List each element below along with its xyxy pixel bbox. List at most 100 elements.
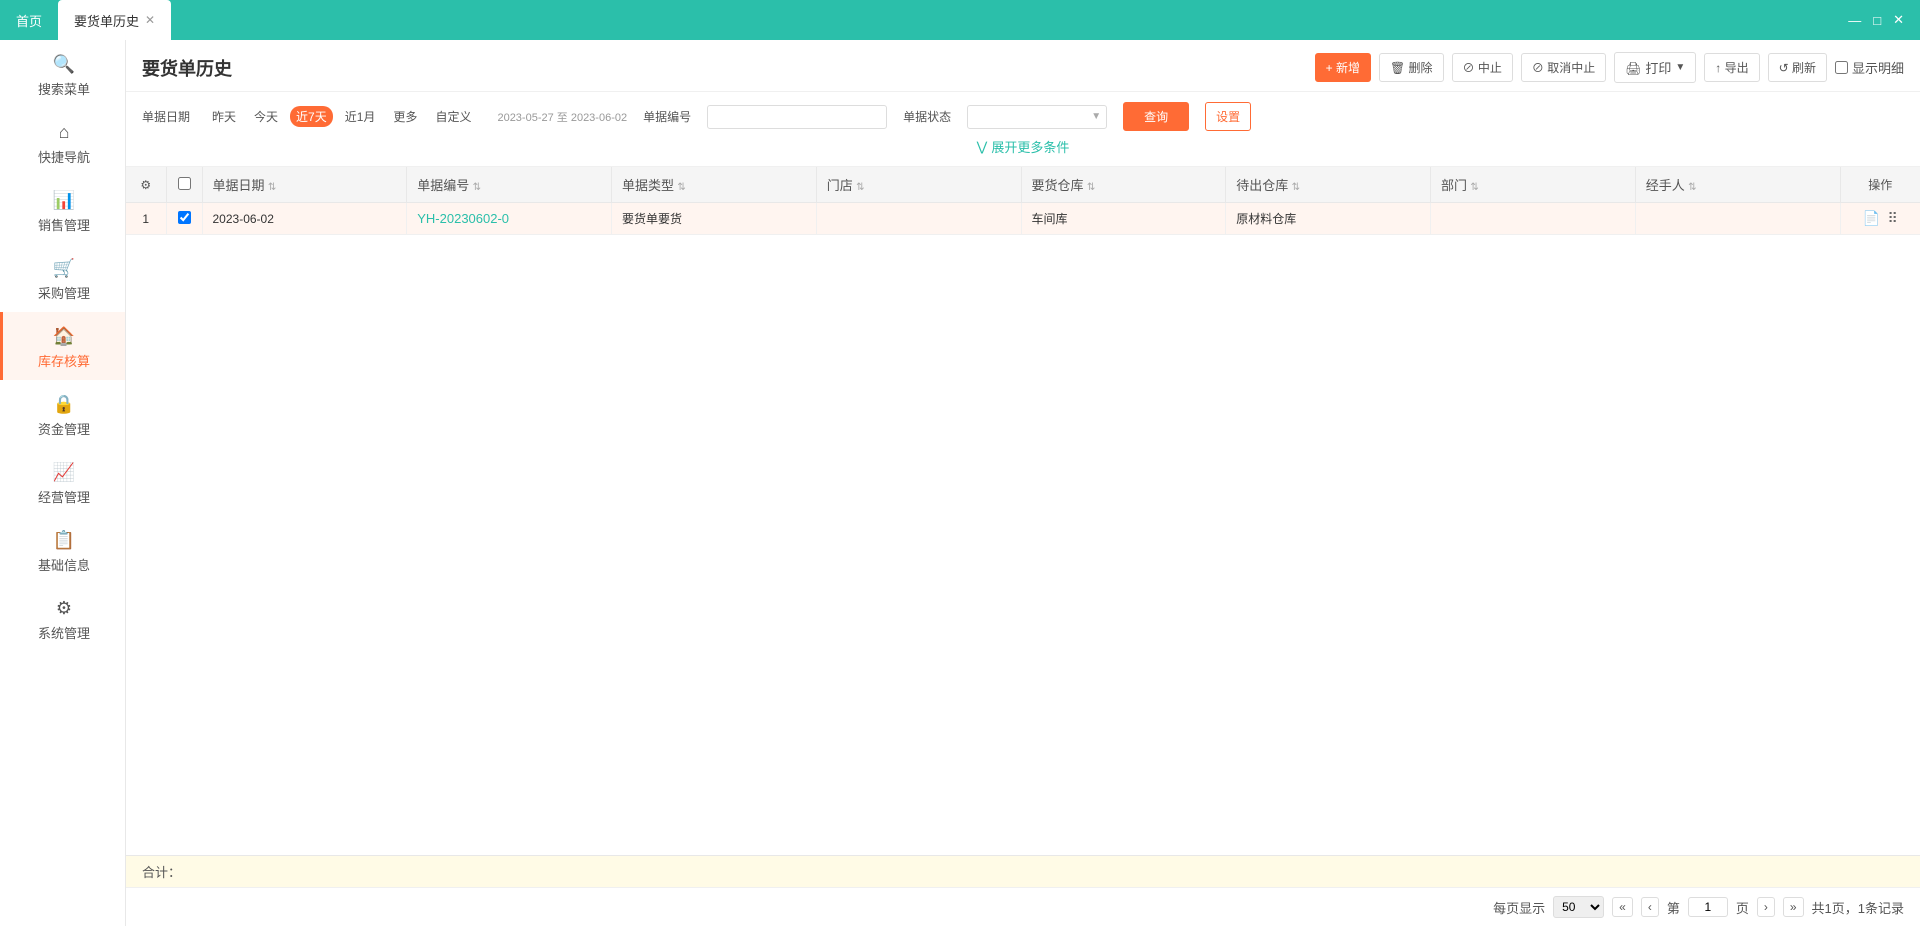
- search-menu-icon: 🔍: [53, 54, 75, 75]
- export-button[interactable]: ↑ 导出: [1704, 53, 1759, 82]
- tab-home[interactable]: 首页: [0, 0, 58, 40]
- table-header-row: ⚙ 单据日期 ⇅ 单据编号 ⇅ 单据类型: [126, 167, 1920, 203]
- minimize-button[interactable]: —: [1848, 13, 1861, 28]
- close-tab-icon[interactable]: ✕: [145, 13, 155, 27]
- cell-check[interactable]: [166, 203, 202, 235]
- sidebar-item-search-menu[interactable]: 🔍 搜索菜单: [0, 40, 125, 108]
- sort-dept-icon[interactable]: ⇅: [1470, 182, 1478, 193]
- footer-summary: 合计：: [126, 855, 1920, 887]
- new-button[interactable]: + 新增: [1315, 53, 1371, 82]
- close-button[interactable]: ✕: [1893, 12, 1904, 28]
- sidebar-item-sys-mgmt-label: 系统管理: [38, 623, 90, 642]
- per-page-label: 每页显示: [1493, 898, 1545, 917]
- sidebar-item-purchase-mgmt[interactable]: 🛒 采购管理: [0, 244, 125, 312]
- col-req-warehouse: 要货仓库 ⇅: [1021, 167, 1226, 203]
- last-page-button[interactable]: »: [1783, 897, 1804, 917]
- page-header: 要货单历史 + 新增 🗑 删除 ⊘ 中止 ⊘ 取消中止 🖨 打印 ▼ ↑ 导出 …: [126, 40, 1920, 92]
- summary-label: 合计：: [142, 865, 181, 880]
- tab-requisition-history[interactable]: 要货单历史 ✕: [58, 0, 171, 40]
- display-detail-toggle[interactable]: 显示明细: [1835, 58, 1904, 77]
- sort-req-warehouse-icon[interactable]: ⇅: [1087, 182, 1095, 193]
- sort-handler-icon[interactable]: ⇅: [1688, 182, 1696, 193]
- print-button[interactable]: 🖨 打印 ▼: [1614, 52, 1696, 83]
- date-shortcut-last7[interactable]: 近7天: [290, 106, 333, 127]
- finance-mgmt-icon: 🔒: [53, 394, 75, 415]
- col-handler: 经手人 ⇅: [1635, 167, 1840, 203]
- more-ops-icon[interactable]: ⠿: [1888, 210, 1898, 226]
- top-bar: 首页 要货单历史 ✕ — □ ✕: [0, 0, 1920, 40]
- expand-more[interactable]: ⋁ 展开更多条件: [142, 137, 1904, 156]
- col-settings[interactable]: ⚙: [126, 167, 166, 203]
- page-input[interactable]: [1688, 897, 1728, 917]
- prev-page-button[interactable]: ‹: [1641, 897, 1659, 917]
- requisition-table: ⚙ 单据日期 ⇅ 单据编号 ⇅ 单据类型: [126, 167, 1920, 235]
- cell-handler: [1635, 203, 1840, 235]
- sort-type-icon[interactable]: ⇅: [677, 182, 685, 193]
- sidebar-item-quick-nav[interactable]: ⌂ 快捷导航: [0, 108, 125, 176]
- col-check[interactable]: [166, 167, 202, 203]
- window-controls: — □ ✕: [1848, 12, 1920, 28]
- sort-store-icon[interactable]: ⇅: [856, 182, 864, 193]
- sort-date-icon[interactable]: ⇅: [268, 182, 276, 193]
- date-shortcuts: 昨天 今天 近7天 近1月 更多 自定义: [206, 106, 477, 127]
- quick-nav-icon: ⌂: [59, 122, 70, 143]
- pagination: 每页显示 50 20 100 200 « ‹ 第 页 › » 共1页，1条记录: [126, 887, 1920, 926]
- cell-req-warehouse: 车间库: [1021, 203, 1226, 235]
- print-label: 🖨 打印: [1625, 58, 1671, 77]
- bill-no-link[interactable]: YH-20230602-0: [417, 211, 509, 226]
- sidebar-item-purchase-mgmt-label: 采购管理: [38, 283, 90, 302]
- cell-type: 要货单要货: [612, 203, 817, 235]
- display-detail-checkbox[interactable]: [1835, 61, 1848, 74]
- stop-button[interactable]: ⊘ 中止: [1452, 53, 1513, 82]
- edit-icon[interactable]: 📄: [1863, 210, 1880, 226]
- bill-status-label: 单据状态: [903, 108, 951, 125]
- tab-home-label: 首页: [16, 11, 42, 30]
- maximize-button[interactable]: □: [1873, 13, 1881, 28]
- next-page-button[interactable]: ›: [1757, 897, 1775, 917]
- inventory-icon: 🏠: [53, 326, 75, 347]
- bill-status-select[interactable]: [967, 105, 1107, 129]
- refresh-button[interactable]: ↺ 刷新: [1768, 53, 1827, 82]
- purchase-mgmt-icon: 🛒: [53, 258, 75, 279]
- bill-no-input[interactable]: [707, 105, 887, 129]
- query-button[interactable]: 查询: [1123, 102, 1189, 131]
- tab-requisition-history-label: 要货单历史: [74, 11, 139, 30]
- page-title: 要货单历史: [142, 55, 1315, 81]
- print-dropdown-icon[interactable]: ▼: [1675, 62, 1685, 73]
- expand-more-icon: ⋁: [977, 139, 988, 155]
- delete-button[interactable]: 🗑 删除: [1379, 53, 1444, 82]
- sidebar-item-search-menu-label: 搜索菜单: [38, 79, 90, 98]
- sort-no-icon[interactable]: ⇅: [473, 182, 481, 193]
- date-shortcut-custom[interactable]: 自定义: [429, 106, 477, 127]
- sys-mgmt-icon: ⚙: [56, 598, 72, 619]
- sidebar-item-finance-mgmt[interactable]: 🔒 资金管理: [0, 380, 125, 448]
- col-type: 单据类型 ⇅: [612, 167, 817, 203]
- settings-button[interactable]: 设置: [1205, 102, 1251, 131]
- table-area: ⚙ 单据日期 ⇅ 单据编号 ⇅ 单据类型: [126, 167, 1920, 855]
- sidebar-item-basic-info-label: 基础信息: [38, 555, 90, 574]
- sidebar-item-inventory[interactable]: 🏠 库存核算: [0, 312, 125, 380]
- col-pending-warehouse: 待出仓库 ⇅: [1226, 167, 1431, 203]
- sales-mgmt-icon: 📊: [53, 190, 75, 211]
- date-shortcut-more[interactable]: 更多: [387, 106, 423, 127]
- date-range-display: 2023-05-27 至 2023-06-02: [497, 109, 627, 125]
- sort-pending-warehouse-icon[interactable]: ⇅: [1292, 182, 1300, 193]
- sidebar-item-quick-nav-label: 快捷导航: [38, 147, 90, 166]
- sidebar-item-basic-info[interactable]: 📋 基础信息: [0, 516, 125, 584]
- cancel-stop-button[interactable]: ⊘ 取消中止: [1521, 53, 1606, 82]
- row-checkbox[interactable]: [178, 211, 191, 224]
- sidebar-item-ops-mgmt[interactable]: 📈 经营管理: [0, 448, 125, 516]
- first-page-button[interactable]: «: [1612, 897, 1633, 917]
- content-area: 要货单历史 + 新增 🗑 删除 ⊘ 中止 ⊘ 取消中止 🖨 打印 ▼ ↑ 导出 …: [126, 40, 1920, 926]
- per-page-select[interactable]: 50 20 100 200: [1553, 896, 1604, 918]
- total-info: 共1页，1条记录: [1812, 898, 1904, 917]
- filter-area: 单据日期 昨天 今天 近7天 近1月 更多 自定义 2023-05-27 至 2…: [126, 92, 1920, 167]
- toolbar: + 新增 🗑 删除 ⊘ 中止 ⊘ 取消中止 🖨 打印 ▼ ↑ 导出 ↺ 刷新 显…: [1315, 52, 1904, 83]
- sidebar: 🔍 搜索菜单 ⌂ 快捷导航 📊 销售管理 🛒 采购管理 🏠 库存核算 🔒 资金管…: [0, 40, 126, 926]
- select-all-checkbox[interactable]: [178, 177, 191, 190]
- date-shortcut-last-month[interactable]: 近1月: [339, 106, 382, 127]
- sidebar-item-sales-mgmt[interactable]: 📊 销售管理: [0, 176, 125, 244]
- date-shortcut-today[interactable]: 今天: [248, 106, 284, 127]
- sidebar-item-sys-mgmt[interactable]: ⚙ 系统管理: [0, 584, 125, 652]
- date-shortcut-yesterday[interactable]: 昨天: [206, 106, 242, 127]
